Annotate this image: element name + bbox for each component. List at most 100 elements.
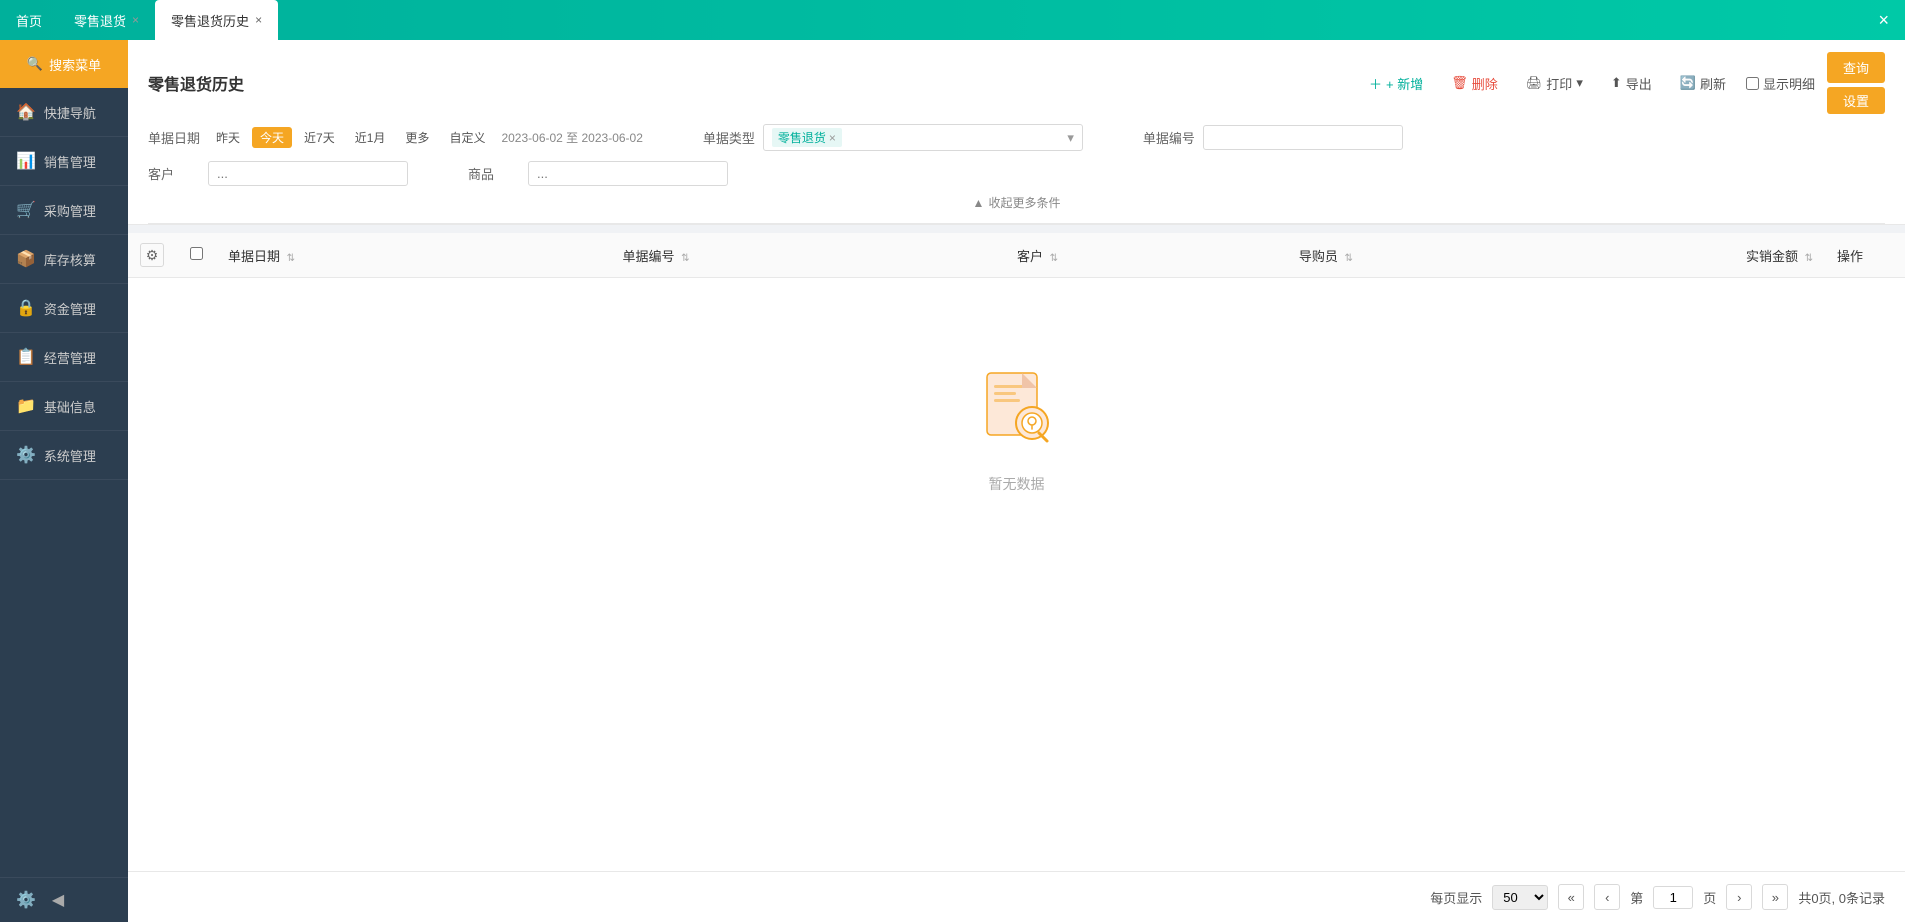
page-number-input[interactable] xyxy=(1653,886,1693,909)
top-bar: 首页 零售退货 × 零售退货历史 × × xyxy=(0,0,1905,40)
sidebar-item-finance-label: 资金管理 xyxy=(44,299,96,318)
query-button[interactable]: 查询 xyxy=(1827,52,1885,83)
sales-icon: 📊 xyxy=(16,151,36,171)
delete-button-label: 删除 xyxy=(1472,74,1498,93)
type-select-arrow: ▾ xyxy=(1067,130,1074,146)
sidebar-search-label: 搜索菜单 xyxy=(49,55,101,74)
total-label: 共0页, 0条记录 xyxy=(1798,888,1885,907)
customer-filter: 客户 xyxy=(148,161,408,186)
collapse-sidebar-icon[interactable]: ◀ xyxy=(52,890,64,910)
goods-filter: 商品 xyxy=(468,161,728,186)
date-pill-more[interactable]: 更多 xyxy=(397,127,437,148)
delete-icon: 🗑 xyxy=(1451,75,1468,91)
new-button[interactable]: ＋ + 新增 xyxy=(1361,70,1431,97)
page-of-label: 第 xyxy=(1630,888,1643,907)
export-button-label: 导出 xyxy=(1626,74,1652,93)
col-date-sort: ⇅ xyxy=(287,253,295,264)
tab-home[interactable]: 首页 xyxy=(0,0,58,40)
sidebar-item-sales[interactable]: 📊 销售管理 xyxy=(0,137,128,186)
col-ops-label: 操作 xyxy=(1837,249,1863,264)
last-page-button[interactable]: » xyxy=(1762,884,1788,910)
col-amount-label: 实销金额 xyxy=(1746,249,1798,264)
print-dropdown-icon: ▾ xyxy=(1576,75,1583,91)
main-layout: 🔍 搜索菜单 🏠 快捷导航 📊 销售管理 🛒 采购管理 📦 库存核算 🔒 资金管… xyxy=(0,40,1905,922)
sidebar-item-sales-label: 销售管理 xyxy=(44,152,96,171)
new-icon: ＋ xyxy=(1369,74,1382,93)
inventory-icon: 📦 xyxy=(16,249,36,269)
sidebar-item-basic-info[interactable]: 📁 基础信息 xyxy=(0,382,128,431)
tab-retail-return-history[interactable]: 零售退货历史 × xyxy=(155,0,278,40)
delete-button[interactable]: 🗑 删除 xyxy=(1443,70,1506,97)
col-amount[interactable]: 实销金额 ⇅ xyxy=(1625,233,1825,278)
first-page-button[interactable]: « xyxy=(1558,884,1584,910)
type-tag: 零售退货 × xyxy=(772,128,842,147)
show-detail-checkbox[interactable]: 显示明细 xyxy=(1746,74,1815,93)
sidebar-item-quick-nav[interactable]: 🏠 快捷导航 xyxy=(0,88,128,137)
type-select[interactable]: 零售退货 × ▾ xyxy=(763,124,1083,151)
close-tab-retail-return[interactable]: × xyxy=(132,13,139,27)
refresh-button[interactable]: 🔄 刷新 xyxy=(1672,70,1734,97)
sidebar-item-finance[interactable]: 🔒 资金管理 xyxy=(0,284,128,333)
sidebar-item-system[interactable]: ⚙️ 系统管理 xyxy=(0,431,128,480)
sidebar-item-basic-info-label: 基础信息 xyxy=(44,397,96,416)
tab-retail-return-history-label: 零售退货历史 xyxy=(171,11,249,30)
date-range-display: 2023-06-02 至 2023-06-02 xyxy=(501,129,642,146)
sidebar-bottom: ⚙️ ◀ xyxy=(0,877,128,922)
col-amount-sort: ⇅ xyxy=(1805,253,1813,264)
new-button-label: + 新增 xyxy=(1386,74,1423,93)
col-customer[interactable]: 客户 ⇅ xyxy=(1005,233,1287,278)
settings-button[interactable]: 设置 xyxy=(1827,87,1885,114)
date-filter: 单据日期 昨天 今天 近7天 近1月 更多 自定义 2023-06-02 至 2… xyxy=(148,127,643,148)
page-size-select[interactable]: 50 10 20 100 xyxy=(1492,885,1548,910)
date-pill-today[interactable]: 今天 xyxy=(252,127,292,148)
customer-filter-label: 客户 xyxy=(148,164,200,183)
sidebar-item-inventory-label: 库存核算 xyxy=(44,250,96,269)
show-detail-label: 显示明细 xyxy=(1763,74,1815,93)
sidebar-item-operations[interactable]: 📋 经营管理 xyxy=(0,333,128,382)
col-docno[interactable]: 单据编号 ⇅ xyxy=(611,233,1006,278)
col-ops: 操作 xyxy=(1825,233,1905,278)
collapse-button[interactable]: ▲ 收起更多条件 xyxy=(148,190,1885,215)
date-pill-1month[interactable]: 近1月 xyxy=(347,127,394,148)
tab-retail-return[interactable]: 零售退货 × xyxy=(58,0,155,40)
date-pill-7days[interactable]: 近7天 xyxy=(296,127,343,148)
print-icon: 🖨 xyxy=(1526,75,1543,91)
data-table: ⚙ 单据日期 ⇅ 单据编号 ⇅ xyxy=(128,233,1905,534)
settings-bottom-icon[interactable]: ⚙️ xyxy=(16,890,36,910)
table-body: 暂无数据 xyxy=(128,278,1905,535)
export-button[interactable]: ⬆ 导出 xyxy=(1603,70,1660,97)
docno-input[interactable] xyxy=(1203,125,1403,150)
show-detail-input[interactable] xyxy=(1746,77,1759,90)
date-pill-yesterday[interactable]: 昨天 xyxy=(208,127,248,148)
sidebar-item-inventory[interactable]: 📦 库存核算 xyxy=(0,235,128,284)
next-page-button[interactable]: › xyxy=(1726,884,1752,910)
sidebar-search[interactable]: 🔍 搜索菜单 xyxy=(0,40,128,88)
col-checkbox xyxy=(176,233,216,278)
print-button-label: 打印 xyxy=(1546,74,1572,93)
docno-filter: 单据编号 xyxy=(1143,125,1403,150)
page-title-row: 零售退货历史 ＋ + 新增 🗑 删除 🖨 打印 ▾ xyxy=(148,52,1885,114)
window-close-button[interactable]: × xyxy=(1862,10,1905,31)
select-all-checkbox[interactable] xyxy=(190,247,203,260)
filter-row-2: 客户 商品 xyxy=(148,161,1885,186)
empty-row: 暂无数据 xyxy=(128,278,1905,535)
customer-input[interactable] xyxy=(208,161,408,186)
type-tag-close[interactable]: × xyxy=(829,131,836,145)
col-date[interactable]: 单据日期 ⇅ xyxy=(216,233,611,278)
page-unit-label: 页 xyxy=(1703,888,1716,907)
docno-filter-label: 单据编号 xyxy=(1143,128,1195,147)
basic-info-icon: 📁 xyxy=(16,396,36,416)
date-pill-custom[interactable]: 自定义 xyxy=(441,127,493,148)
collapse-up-icon: ▲ xyxy=(973,196,985,210)
col-guide[interactable]: 导购员 ⇅ xyxy=(1287,233,1625,278)
empty-state: 暂无数据 xyxy=(128,278,1905,534)
sidebar-item-purchase[interactable]: 🛒 采购管理 xyxy=(0,186,128,235)
table-settings-icon[interactable]: ⚙ xyxy=(140,243,164,267)
main-content: 零售退货历史 ＋ + 新增 🗑 删除 🖨 打印 ▾ xyxy=(128,40,1905,922)
close-tab-retail-return-history[interactable]: × xyxy=(255,13,262,27)
collapse-button-label: 收起更多条件 xyxy=(988,194,1060,211)
goods-input[interactable] xyxy=(528,161,728,186)
print-button[interactable]: 🖨 打印 ▾ xyxy=(1518,70,1591,97)
prev-page-button[interactable]: ‹ xyxy=(1594,884,1620,910)
table-header-row: ⚙ 单据日期 ⇅ 单据编号 ⇅ xyxy=(128,233,1905,278)
